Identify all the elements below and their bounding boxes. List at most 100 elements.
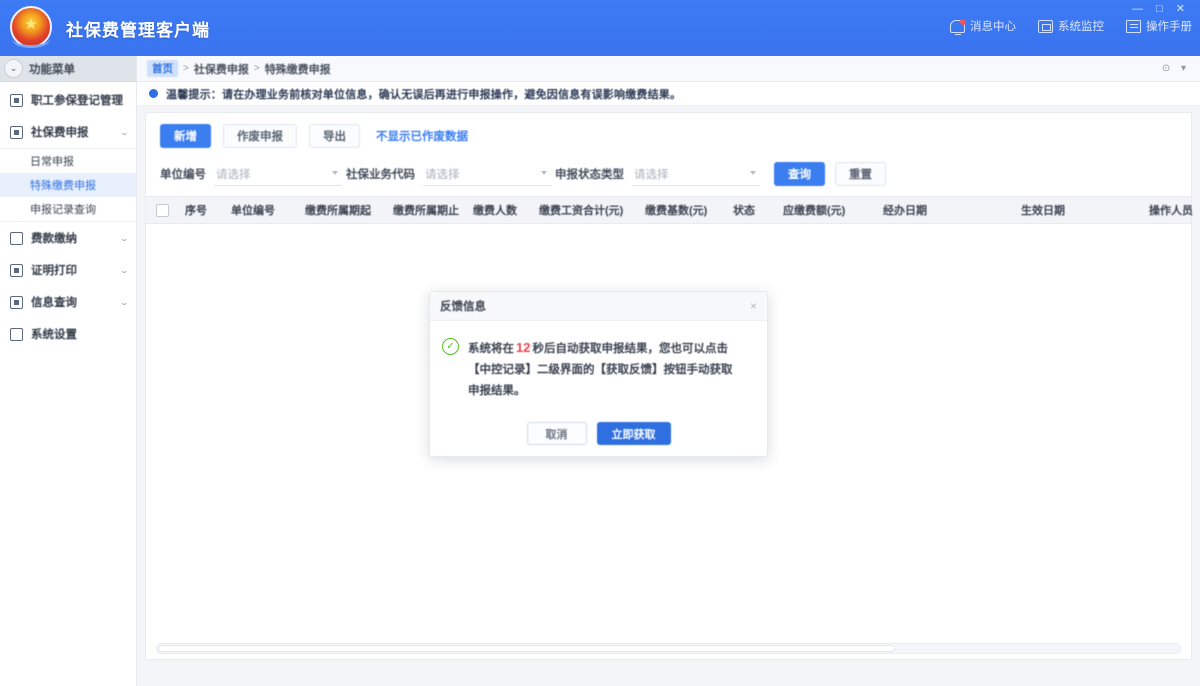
bell-icon (950, 18, 966, 35)
sidebar-item-declare[interactable]: 社保费申报 ⌄ (0, 116, 136, 148)
declare-icon (10, 125, 23, 139)
dialog-message-line2: 【中控记录】二级界面的【获取反馈】按钮手动获取 (468, 364, 733, 376)
payment-icon (10, 231, 23, 245)
breadcrumb-level2: 特殊缴费申报 (264, 63, 331, 76)
column-period-start[interactable]: 缴费所属期起 (305, 202, 393, 218)
close-icon[interactable]: × (750, 300, 757, 312)
sidebar-subitem-daily-declare[interactable]: 日常申报 (0, 149, 136, 173)
select-all-checkbox[interactable] (156, 203, 169, 217)
breadcrumb-separator: > (253, 63, 260, 74)
column-person-count[interactable]: 缴费人数 (473, 202, 539, 218)
dialog-cancel-button[interactable]: 取消 (526, 422, 587, 445)
column-base-amount[interactable]: 缴费基数(元) (645, 202, 733, 218)
dialog-body: ✓ 系统将在 12 秒后自动获取申报结果，您也可以点击 【中控记录】二级界面的【获取… (430, 321, 767, 402)
sidebar-item-payment[interactable]: 费款缴纳 ⌄ (0, 222, 136, 254)
dialog-message-prefix: 系统将在 (468, 343, 514, 355)
chevron-down-icon: ⌄ (119, 265, 130, 275)
hide-voided-link[interactable]: 不显示已作废数据 (372, 128, 472, 144)
header-action-manual[interactable]: 操作手册 (1126, 18, 1192, 34)
sidebar-item-registration[interactable]: 职工参保登记管理 (0, 84, 136, 116)
filter-status-type-value: 请选择 (634, 168, 669, 181)
filter-unit-number-label: 单位编号 (160, 169, 206, 181)
settings-icon (10, 327, 23, 341)
window-controls[interactable]: — □ ✕ (1132, 2, 1190, 15)
sidebar-subitem-declare-records[interactable]: 申报记录查询 (0, 197, 136, 221)
query-button[interactable]: 查询 (774, 162, 825, 186)
info-dot-icon (149, 89, 158, 98)
header-action-monitor-label: 系统监控 (1058, 21, 1104, 33)
header-action-messages-label: 消息中心 (970, 21, 1016, 33)
filter-business-code-label: 社保业务代码 (346, 169, 415, 181)
chevron-down-icon (332, 171, 338, 175)
filter-status-type-select[interactable]: 请选择 (632, 162, 760, 186)
sidebar-subitem-special-declare-label: 特殊缴费申报 (30, 180, 96, 192)
sidebar-submenu-declare: 日常申报 特殊缴费申报 申报记录查询 (0, 148, 136, 222)
sidebar-subitem-special-declare[interactable]: 特殊缴费申报 (0, 173, 136, 197)
dialog-message-middle: 秒后自动获取申报结果，您也可以点击 (532, 343, 728, 355)
filter-business-code-value: 请选择 (425, 168, 460, 181)
column-status[interactable]: 状态 (733, 202, 783, 218)
print-icon (10, 263, 23, 277)
filter-business-code-select[interactable]: 请选择 (423, 162, 551, 186)
dialog-message-line3: 申报结果。 (468, 385, 526, 397)
sidebar: ⌄ 功能菜单 职工参保登记管理 社保费申报 ⌄ 日常申报 特殊缴费申报 申报记录… (0, 56, 137, 686)
scrollbar-thumb[interactable] (158, 644, 895, 652)
header-action-manual-label: 操作手册 (1146, 21, 1192, 33)
column-index[interactable]: 序号 (185, 202, 231, 218)
void-declaration-button[interactable]: 作废申报 (223, 124, 297, 148)
header-action-monitor[interactable]: 系统监控 (1038, 18, 1104, 34)
column-operator[interactable]: 操作人员 (1149, 202, 1200, 218)
dialog-footer: 取消 立即获取 (430, 422, 767, 445)
filter-actions: 查询 重置 (774, 162, 886, 186)
sidebar-menu: 职工参保登记管理 社保费申报 ⌄ 日常申报 特殊缴费申报 申报记录查询 费款缴纳… (0, 82, 136, 350)
column-unit-number[interactable]: 单位编号 (231, 202, 305, 218)
sidebar-item-query[interactable]: 信息查询 ⌄ (0, 286, 136, 318)
sidebar-item-print-label: 证明打印 (31, 265, 77, 277)
export-button[interactable]: 导出 (309, 124, 360, 148)
sidebar-item-payment-label: 费款缴纳 (31, 233, 77, 245)
feedback-dialog: 反馈信息 × ✓ 系统将在 12 秒后自动获取申报结果，您也可以点击 【中控记录】二… (429, 291, 768, 457)
breadcrumb-controls[interactable]: ⊙ ▾ (1162, 63, 1190, 74)
success-check-icon: ✓ (442, 338, 459, 355)
filter-bar: 单位编号 请选择 社保业务代码 请选择 申报状态类型 请选择 查询 重置 (146, 154, 1191, 196)
sidebar-subitem-declare-records-label: 申报记录查询 (30, 204, 96, 216)
sidebar-item-query-label: 信息查询 (31, 297, 77, 309)
column-effective-date[interactable]: 生效日期 (1021, 202, 1149, 218)
sidebar-subitem-daily-declare-label: 日常申报 (30, 156, 74, 168)
column-wage-total[interactable]: 缴费工资合计(元) (539, 202, 645, 218)
horizontal-scrollbar[interactable] (146, 641, 1191, 655)
toolbar: 新增 作废申报 导出 不显示已作废数据 (146, 113, 1191, 154)
scrollbar-track[interactable] (156, 642, 1181, 654)
filter-business-code: 社保业务代码 请选择 (346, 162, 551, 186)
filter-status-type-label: 申报状态类型 (555, 169, 624, 181)
column-period-end[interactable]: 缴费所属期止 (393, 202, 473, 218)
sidebar-item-print[interactable]: 证明打印 ⌄ (0, 254, 136, 286)
add-button[interactable]: 新增 (160, 124, 211, 148)
header-actions: 消息中心 系统监控 操作手册 (950, 18, 1192, 35)
dialog-message: 系统将在 12 秒后自动获取申报结果，您也可以点击 【中控记录】二级界面的【获取反馈… (468, 337, 733, 402)
column-payable-amount[interactable]: 应缴费额(元) (783, 202, 883, 218)
sidebar-item-declare-label: 社保费申报 (31, 127, 89, 139)
filter-unit-number-value: 请选择 (216, 168, 251, 181)
table-header: 序号 单位编号 缴费所属期起 缴费所属期止 缴费人数 缴费工资合计(元) 缴费基… (146, 196, 1193, 224)
query-icon (10, 295, 23, 309)
reset-button[interactable]: 重置 (835, 162, 886, 186)
column-handle-date[interactable]: 经办日期 (883, 202, 1021, 218)
national-emblem-icon: ★ (10, 6, 54, 50)
breadcrumb-level1[interactable]: 社保费申报 (194, 61, 249, 77)
chevron-down-icon: ⌄ (119, 233, 130, 243)
dialog-confirm-button[interactable]: 立即获取 (596, 422, 671, 445)
header-action-messages[interactable]: 消息中心 (950, 18, 1016, 35)
sidebar-item-settings-label: 系统设置 (31, 329, 77, 341)
monitor-icon (1038, 19, 1053, 33)
sidebar-account-label: 功能菜单 (29, 63, 75, 76)
user-avatar-icon: ⌄ (4, 59, 23, 78)
filter-unit-number-select[interactable]: 请选择 (214, 162, 342, 186)
sidebar-item-settings[interactable]: 系统设置 (0, 318, 136, 350)
chevron-down-icon: ⌄ (119, 297, 130, 307)
notice-bar: 温馨提示：请在办理业务前核对单位信息，确认无误后再进行申报操作，避免因信息有误影… (137, 82, 1200, 106)
breadcrumb: 首页 > 社保费申报 > 特殊缴费申报 ⊙ ▾ (137, 56, 1200, 82)
sidebar-account-header[interactable]: ⌄ 功能菜单 (0, 56, 136, 82)
registration-icon (10, 93, 23, 107)
breadcrumb-home[interactable]: 首页 (147, 60, 178, 77)
